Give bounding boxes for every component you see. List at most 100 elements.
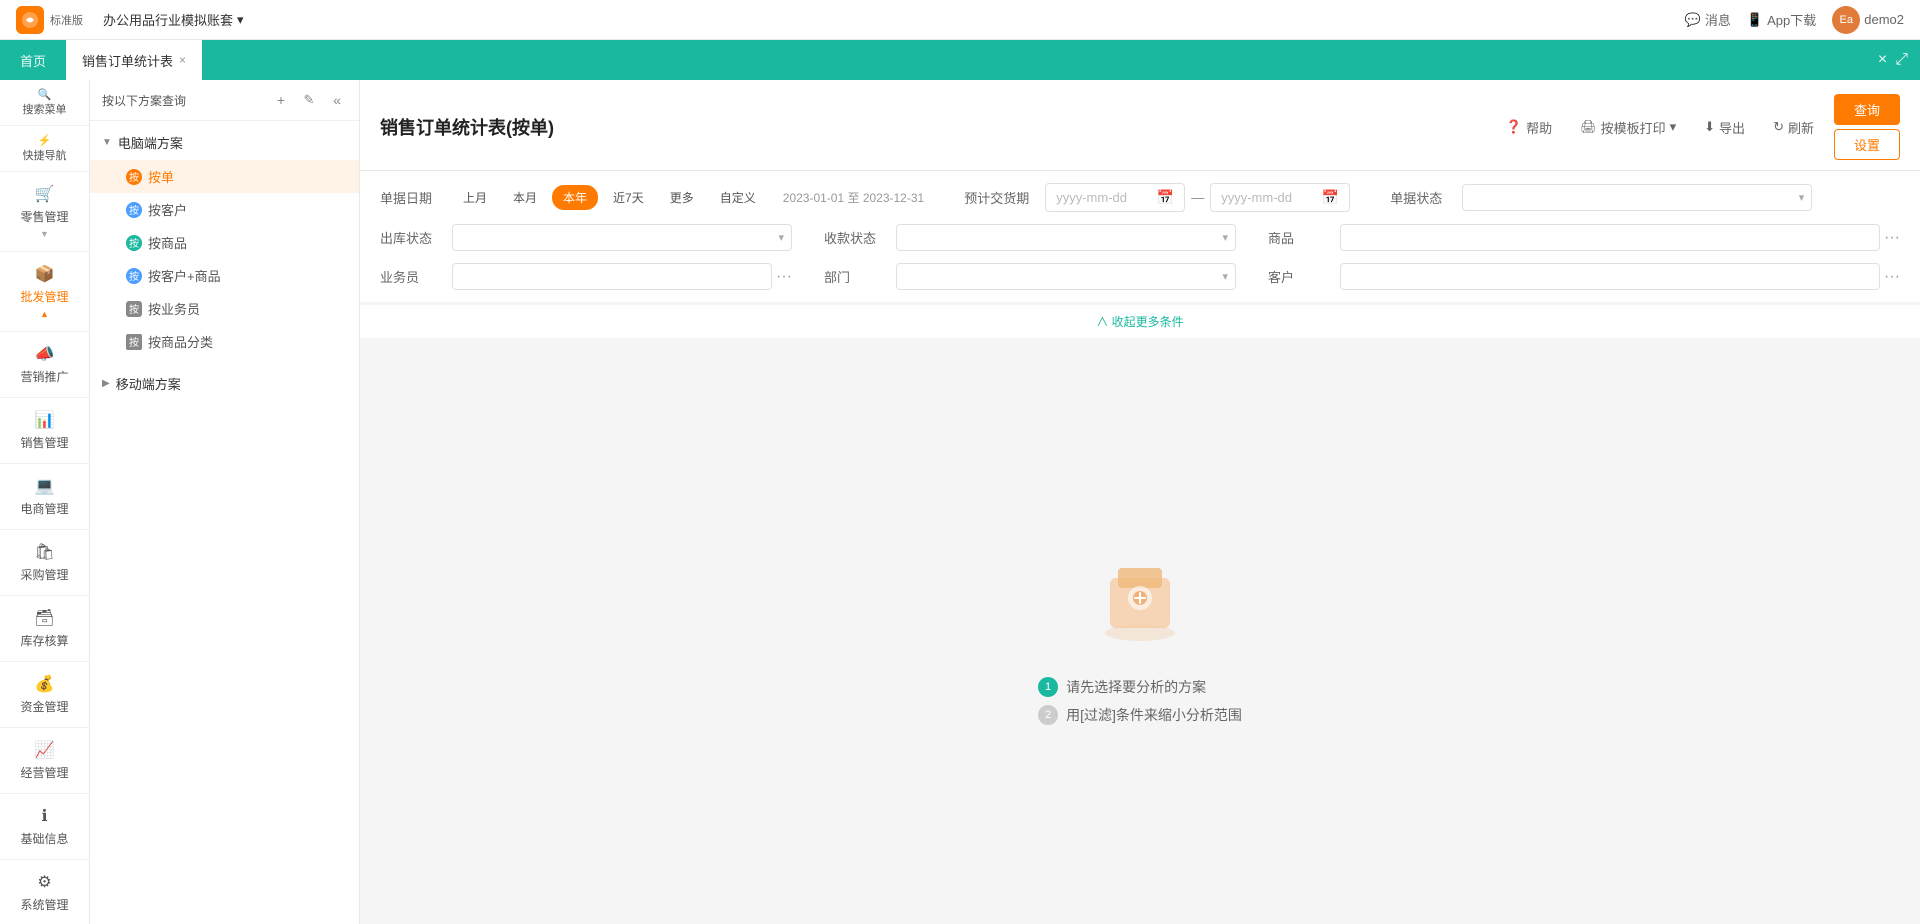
department-select-wrap: ▾ bbox=[896, 263, 1236, 290]
goods-input[interactable] bbox=[1340, 224, 1880, 251]
sidebar-item-ops[interactable]: 📈 经营管理 bbox=[0, 728, 89, 794]
quick-icon: ⚡ bbox=[6, 134, 83, 147]
goods-dots[interactable]: ··· bbox=[1884, 229, 1900, 247]
query-btn[interactable]: 查询 bbox=[1834, 94, 1900, 125]
help-icon: ❓ bbox=[1506, 119, 1522, 135]
category-scheme-icon: 按 bbox=[126, 334, 142, 350]
expected-date-start[interactable]: yyyy-mm-dd 📅 bbox=[1045, 183, 1185, 212]
date-btn-lastmonth[interactable]: 上月 bbox=[452, 185, 498, 210]
finance-label: 资金管理 bbox=[20, 698, 68, 715]
tab-active[interactable]: 销售订单统计表 × bbox=[66, 40, 202, 80]
user-profile[interactable]: Ea demo2 bbox=[1832, 6, 1904, 34]
print-btn[interactable]: 🖨 按模板打印 ▾ bbox=[1572, 114, 1684, 141]
retail-label: 零售管理 bbox=[20, 208, 68, 225]
purchase-icon: 🛍 bbox=[34, 542, 54, 562]
message-label: 消息 bbox=[1705, 10, 1731, 29]
sidebar-item-marketing[interactable]: 📣 营销推广 bbox=[0, 332, 89, 398]
salesman-scheme-icon: 按 bbox=[126, 301, 142, 317]
ops-label: 经营管理 bbox=[20, 764, 68, 781]
department-select[interactable] bbox=[896, 263, 1236, 290]
download-icon: 📱 bbox=[1747, 12, 1763, 28]
date-btn-thisyear[interactable]: 本年 bbox=[552, 185, 598, 210]
app-selector[interactable]: 办公用品行业模拟账套 ▾ bbox=[95, 6, 252, 33]
sidebar-item-purchase[interactable]: 🛍 采购管理 bbox=[0, 530, 89, 596]
tab-home[interactable]: 首页 bbox=[0, 40, 66, 80]
ecommerce-label: 电商管理 bbox=[20, 500, 68, 517]
date-btn-thismonth[interactable]: 本月 bbox=[502, 185, 548, 210]
tree-parent-desktop[interactable]: ▼ 电脑端方案 bbox=[90, 125, 359, 160]
tree-child-goods[interactable]: 按 按商品 bbox=[90, 226, 359, 259]
search-label: 搜索菜单 bbox=[6, 101, 83, 117]
content-area: 按以下方案查询 + ✎ « ▼ 电脑端方案 按 按单 按 按客户 bbox=[90, 80, 1920, 924]
tab-home-label: 首页 bbox=[20, 51, 46, 70]
sidebar-item-wholesale[interactable]: 📦 批发管理 ▲ bbox=[0, 252, 89, 332]
date-range: 2023-01-01 至 2023-12-31 bbox=[783, 189, 924, 206]
sidebar-item-retail[interactable]: 🛒 零售管理 ▼ bbox=[0, 172, 89, 252]
ops-icon: 📈 bbox=[35, 740, 55, 760]
left-panel-header: 按以下方案查询 + ✎ « bbox=[90, 80, 359, 121]
left-panel-title: 按以下方案查询 bbox=[102, 92, 263, 109]
edit-scheme-btn[interactable]: ✎ bbox=[299, 90, 319, 110]
download-btn[interactable]: 📱 App下载 bbox=[1747, 10, 1816, 29]
export-label: 导出 bbox=[1719, 118, 1745, 137]
sidebar-item-inventory[interactable]: 🗃 库存核算 bbox=[0, 596, 89, 662]
tree-child-category[interactable]: 按 按商品分类 bbox=[90, 325, 359, 358]
top-bar-left: 标准版 办公用品行业模拟账套 ▾ bbox=[16, 6, 252, 34]
tree-parent-mobile[interactable]: ▶ 移动端方案 bbox=[90, 366, 359, 401]
message-btn[interactable]: 💬 消息 bbox=[1685, 10, 1731, 29]
tab-maximize-btn[interactable]: ⤢ bbox=[1895, 51, 1908, 69]
collapse-panel-btn[interactable]: « bbox=[327, 90, 347, 110]
goods-scheme-icon: 按 bbox=[126, 235, 142, 251]
salesman-dots[interactable]: ··· bbox=[776, 268, 792, 286]
print-icon: 🖨 bbox=[1580, 119, 1597, 135]
tree-child-order[interactable]: 按 按单 bbox=[90, 160, 359, 193]
date-btn-custom[interactable]: 自定义 bbox=[709, 185, 767, 210]
finance-icon: 💰 bbox=[35, 674, 55, 694]
quick-label: 快捷导航 bbox=[6, 147, 83, 163]
cg-scheme-icon: 按 bbox=[126, 268, 142, 284]
filter-row-2: 出库状态 ▾ 收款状态 ▾ 商品 bbox=[380, 224, 1900, 251]
left-panel: 按以下方案查询 + ✎ « ▼ 电脑端方案 按 按单 按 按客户 bbox=[90, 80, 360, 924]
sidebar-quick-nav[interactable]: ⚡ 快捷导航 bbox=[0, 126, 89, 172]
refresh-btn[interactable]: ↻ 刷新 bbox=[1765, 114, 1822, 141]
collapse-bar[interactable]: ∧ 收起更多条件 bbox=[360, 305, 1920, 338]
app-selector-arrow: ▾ bbox=[237, 12, 244, 28]
system-label: 系统管理 bbox=[20, 896, 68, 913]
tab-close-btn[interactable]: × bbox=[179, 53, 186, 67]
sidebar-item-system[interactable]: ⚙ 系统管理 bbox=[0, 860, 89, 924]
customer-dots[interactable]: ··· bbox=[1884, 268, 1900, 286]
empty-tip-2: 2 用[过滤]条件来缩小分析范围 bbox=[1038, 705, 1242, 725]
sidebar-item-sales[interactable]: 📊 销售管理 bbox=[0, 398, 89, 464]
wholesale-arrow: ▲ bbox=[40, 309, 49, 319]
retail-arrow: ▼ bbox=[40, 229, 49, 239]
date-btn-7days[interactable]: 近7天 bbox=[602, 185, 655, 210]
tree-child-customer-goods[interactable]: 按 按客户+商品 bbox=[90, 259, 359, 292]
empty-svg bbox=[1080, 538, 1200, 658]
status-select[interactable] bbox=[1462, 184, 1812, 211]
order-scheme-icon: 按 bbox=[126, 169, 142, 185]
payment-select[interactable] bbox=[896, 224, 1236, 251]
customer-input[interactable] bbox=[1340, 263, 1880, 290]
tab-minimize-btn[interactable]: × bbox=[1878, 51, 1887, 69]
add-scheme-btn[interactable]: + bbox=[271, 90, 291, 110]
tree-child-salesman[interactable]: 按 按业务员 bbox=[90, 292, 359, 325]
sidebar-item-ecommerce[interactable]: 💻 电商管理 bbox=[0, 464, 89, 530]
settings-btn[interactable]: 设置 bbox=[1834, 129, 1900, 160]
tree-child-customer[interactable]: 按 按客户 bbox=[90, 193, 359, 226]
salesman-input[interactable] bbox=[452, 263, 772, 290]
customer-label: 客户 bbox=[1268, 267, 1324, 286]
date-btn-more[interactable]: 更多 bbox=[659, 185, 705, 210]
expected-date-end[interactable]: yyyy-mm-dd 📅 bbox=[1210, 183, 1350, 212]
help-btn[interactable]: ❓ 帮助 bbox=[1498, 114, 1560, 141]
sidebar-search[interactable]: 🔍 搜索菜单 bbox=[0, 80, 89, 126]
sidebar-item-base[interactable]: ℹ 基础信息 bbox=[0, 794, 89, 860]
delivery-select[interactable] bbox=[452, 224, 792, 251]
page-header: 销售订单统计表(按单) ❓ 帮助 🖨 按模板打印 ▾ ⬇ 导出 bbox=[360, 80, 1920, 171]
tip-num-1: 1 bbox=[1038, 677, 1058, 697]
export-icon: ⬇ bbox=[1704, 119, 1715, 135]
logo-area: 标准版 bbox=[16, 6, 83, 34]
sidebar-item-finance[interactable]: 💰 资金管理 bbox=[0, 662, 89, 728]
collapse-icon: ∧ bbox=[1096, 315, 1108, 329]
export-btn[interactable]: ⬇ 导出 bbox=[1696, 114, 1753, 141]
filter-row-3: 业务员 ··· 部门 ▾ 客户 ··· bbox=[380, 263, 1900, 290]
